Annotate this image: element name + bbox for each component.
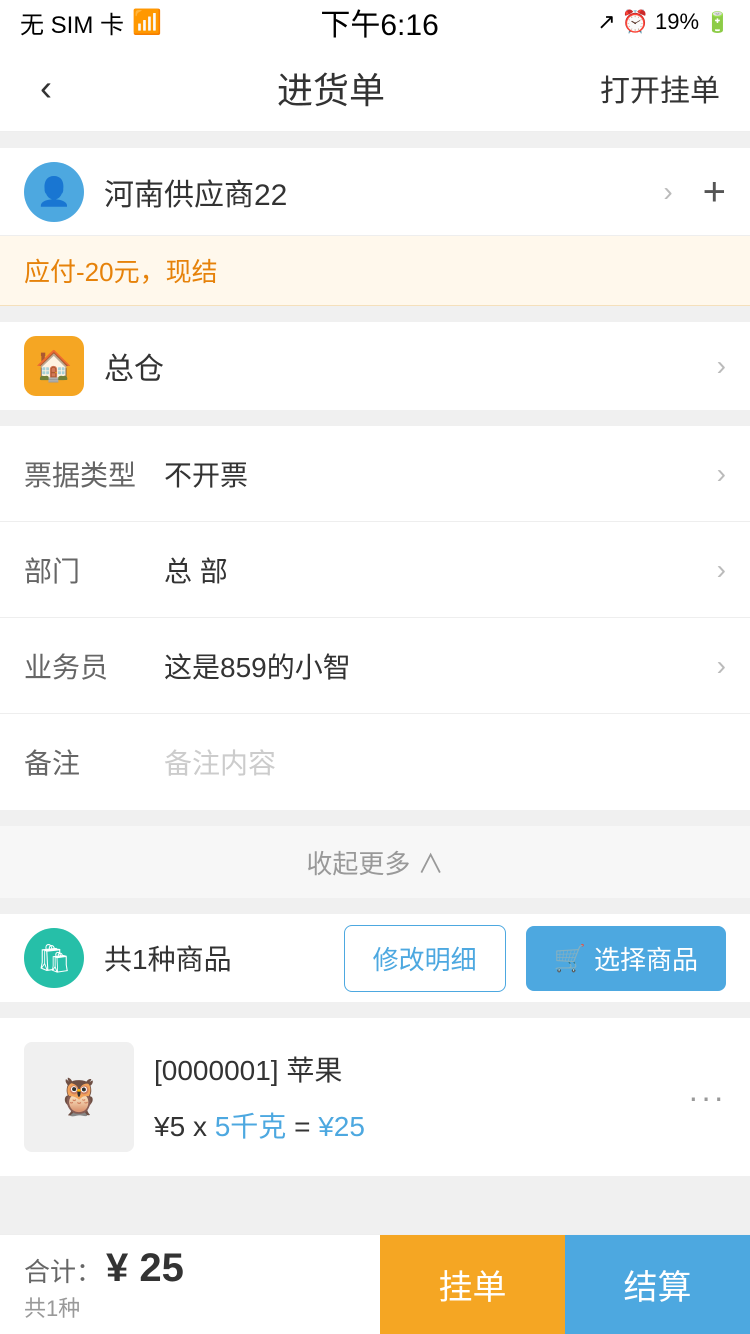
hang-button[interactable]: 挂单 — [380, 1235, 565, 1334]
salesperson-label: 业务员 — [24, 646, 164, 686]
status-right: ↗ ⏰ 19% 🔋 — [597, 9, 730, 35]
invoice-chevron-icon: › — [717, 458, 726, 490]
quantity-value: 5千克 — [215, 1111, 287, 1142]
open-hang-button[interactable]: 打开挂单 — [600, 66, 720, 110]
form-row-remark[interactable]: 备注 备注内容 — [0, 714, 750, 810]
products-header-card: 🛍 共1种商品 修改明细 🛒 选择商品 — [0, 914, 750, 1002]
select-products-label: 选择商品 — [594, 940, 698, 977]
info-text: 应付-20元，现结 — [24, 257, 218, 287]
status-left: 无 SIM 卡 📶 — [20, 5, 162, 40]
page-title: 进货单 — [277, 62, 385, 114]
product-info: [0000001] 苹果 ¥5 x 5千克 = ¥25 — [154, 1049, 668, 1145]
price-equals: = — [294, 1111, 318, 1142]
department-chevron-icon: › — [717, 554, 726, 586]
total-value: ¥25 — [318, 1111, 365, 1142]
product-thumbnail: 🦉 — [24, 1042, 134, 1152]
product-item: 🦉 [0000001] 苹果 ¥5 x 5千克 = ¥25 ··· — [0, 1018, 750, 1176]
content: 👤 河南供应商22 › + 应付-20元，现结 🏠 总仓 › 票据类型 不开票 … — [0, 148, 750, 1296]
salesperson-value: 这是859的小智 — [164, 646, 717, 686]
wifi-icon: 📶 — [132, 8, 162, 37]
bag-icon: 🛍 — [36, 942, 72, 975]
form-row-salesperson[interactable]: 业务员 这是859的小智 › — [0, 618, 750, 714]
product-name: [0000001] 苹果 — [154, 1049, 668, 1089]
total-count: 共1种 — [24, 1291, 356, 1323]
product-code: [0000001] — [154, 1055, 279, 1086]
battery-label: 19% — [655, 9, 699, 35]
carrier-label: 无 SIM 卡 — [20, 5, 124, 40]
info-banner: 应付-20元，现结 — [0, 236, 750, 306]
avatar-icon: 👤 — [37, 175, 72, 208]
supplier-chevron-icon[interactable]: › — [663, 176, 672, 208]
salesperson-chevron-icon: › — [717, 650, 726, 682]
warehouse-row[interactable]: 🏠 总仓 › — [0, 322, 750, 410]
supplier-actions: › + — [663, 172, 726, 212]
department-label: 部门 — [24, 550, 164, 590]
form-card: 票据类型 不开票 › 部门 总 部 › 业务员 这是859的小智 › 备注 备注… — [0, 426, 750, 810]
product-image-placeholder: 🦉 — [57, 1076, 102, 1118]
select-products-button[interactable]: 🛒 选择商品 — [526, 926, 726, 991]
supplier-avatar: 👤 — [24, 162, 84, 222]
time-label: 下午6:16 — [320, 0, 438, 44]
battery-icon: 🔋 — [705, 10, 730, 35]
warehouse-house-icon: 🏠 — [35, 349, 72, 384]
invoice-label: 票据类型 — [24, 454, 164, 494]
nav-bar: ‹ 进货单 打开挂单 — [0, 44, 750, 132]
supplier-card: 👤 河南供应商22 › + 应付-20元，现结 — [0, 148, 750, 306]
remark-input[interactable]: 备注内容 — [164, 742, 726, 782]
warehouse-name: 总仓 — [104, 344, 717, 388]
department-value: 总 部 — [164, 550, 717, 590]
product-more-button[interactable]: ··· — [688, 1079, 726, 1116]
warehouse-card[interactable]: 🏠 总仓 › — [0, 322, 750, 410]
add-button[interactable]: + — [703, 172, 726, 212]
price-value: ¥5 — [154, 1111, 185, 1142]
product-price: ¥5 x 5千克 = ¥25 — [154, 1105, 668, 1145]
supplier-name: 河南供应商22 — [104, 170, 663, 214]
edit-details-button[interactable]: 修改明细 — [344, 925, 506, 992]
form-row-department[interactable]: 部门 总 部 › — [0, 522, 750, 618]
invoice-value: 不开票 — [164, 454, 717, 494]
collapse-button[interactable]: 收起更多 ∧ — [0, 826, 750, 898]
product-title: 苹果 — [286, 1055, 342, 1086]
price-multiply: x — [193, 1111, 215, 1142]
products-icon: 🛍 — [24, 928, 84, 988]
warehouse-chevron-icon: › — [717, 350, 726, 382]
collapse-label: 收起更多 ∧ — [306, 844, 443, 881]
checkout-button[interactable]: 结算 — [565, 1235, 750, 1334]
products-count: 共1种商品 — [104, 938, 324, 978]
total-amount: ¥ 25 — [106, 1246, 184, 1291]
total-section: 合计： ¥ 25 共1种 — [0, 1246, 380, 1323]
back-button[interactable]: ‹ — [30, 57, 62, 119]
cart-icon: 🛒 — [554, 943, 586, 974]
alarm-icon: ⏰ — [622, 9, 649, 35]
total-label: 合计： — [24, 1252, 102, 1289]
total-row: 合计： ¥ 25 — [24, 1246, 356, 1291]
warehouse-icon: 🏠 — [24, 336, 84, 396]
location-icon: ↗ — [597, 9, 615, 35]
bottom-bar: 合计： ¥ 25 共1种 挂单 结算 — [0, 1234, 750, 1334]
products-header: 🛍 共1种商品 修改明细 🛒 选择商品 — [0, 914, 750, 1002]
supplier-row[interactable]: 👤 河南供应商22 › + — [0, 148, 750, 236]
status-bar: 无 SIM 卡 📶 下午6:16 ↗ ⏰ 19% 🔋 — [0, 0, 750, 44]
form-row-invoice[interactable]: 票据类型 不开票 › — [0, 426, 750, 522]
remark-label: 备注 — [24, 742, 164, 782]
